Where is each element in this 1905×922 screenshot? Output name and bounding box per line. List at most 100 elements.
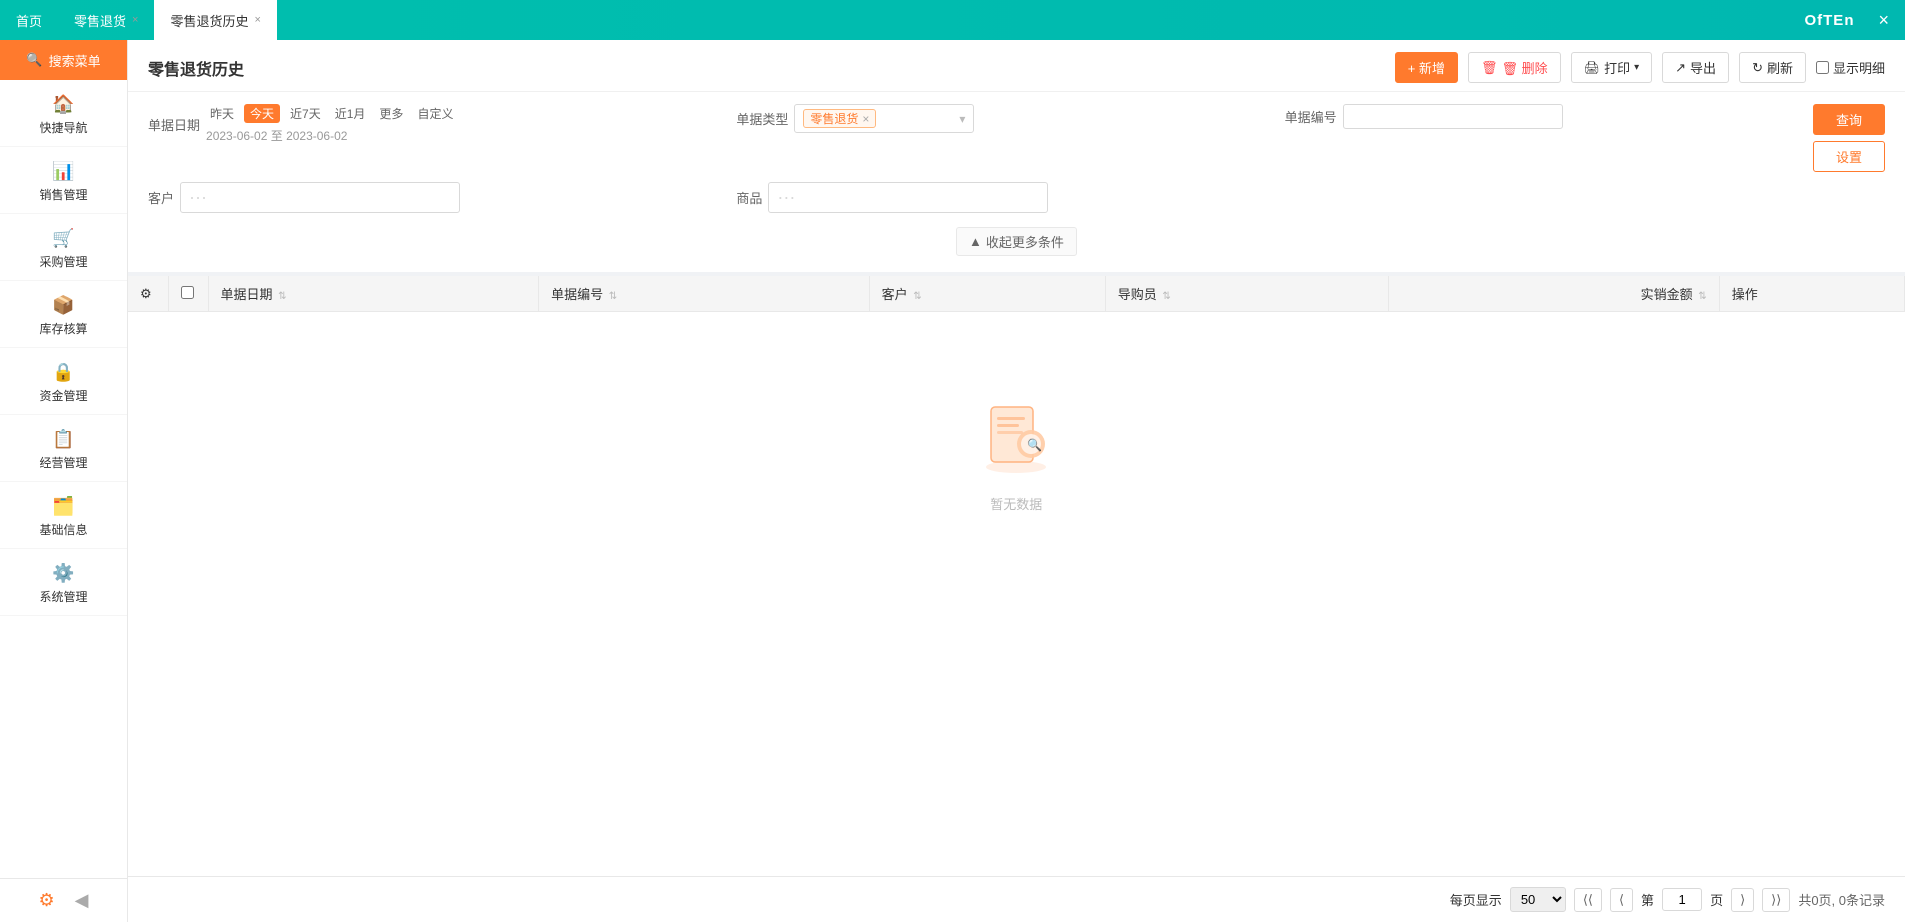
prev-page-btn[interactable]: ⟨ [1610,888,1633,912]
basic-info-icon: 🗂️ [52,496,74,517]
sidebar-item-system[interactable]: ⚙️ 系统管理 [0,549,127,616]
th-amount-sort[interactable]: ⇅ [1698,291,1706,302]
empty-illustration: 🔍 [971,392,1061,482]
shortcut-1month[interactable]: 近1月 [331,104,370,123]
export-button[interactable]: ↗ 导出 [1662,52,1729,83]
tab-retail-return-history-close[interactable]: × [254,14,260,26]
empty-state: 🔍 暂无数据 [128,312,1905,593]
th-customer-sort[interactable]: ⇅ [913,291,921,302]
toolbar: + 新增 🗑 🗑 删除 🖨 打印 ▾ ↗ 导出 [1395,52,1885,83]
next-page-btn[interactable]: ⟩ [1731,888,1754,912]
settings-bottom-icon[interactable]: ⚙ [39,890,55,911]
voucher-no-label: 单据编号 [1285,107,1337,126]
voucher-no-filter: 单据编号 [1285,104,1793,129]
print-button[interactable]: 🖨 打印 ▾ [1571,52,1653,83]
tab-retail-return-close[interactable]: × [132,14,138,26]
purchase-icon: 🛒 [52,228,74,249]
sidebar-item-basic-info[interactable]: 🗂️ 基础信息 [0,482,127,549]
customer-input[interactable]: ··· [180,182,460,213]
show-detail-checkbox[interactable] [1816,61,1829,74]
date-filter-label: 单据日期 [148,115,200,134]
system-icon: ⚙️ [52,563,74,584]
query-button[interactable]: 查询 [1813,104,1885,135]
date-shortcuts: 昨天 今天 近7天 近1月 更多 自定义 [206,104,457,123]
set-button[interactable]: 设置 [1813,141,1885,172]
add-button[interactable]: + 新增 [1395,52,1458,83]
refresh-label: 刷新 [1767,58,1793,77]
empty-text: 暂无数据 [990,494,1042,513]
shortcut-7days[interactable]: 近7天 [286,104,325,123]
sidebar-item-finance[interactable]: 🔒 资金管理 [0,348,127,415]
sidebar-item-purchase[interactable]: 🛒 采购管理 [0,214,127,281]
th-salesperson: 导购员 ⇅ [1105,276,1388,312]
data-table: ⚙ 单据日期 ⇅ 单据编号 ⇅ [128,276,1905,593]
th-voucher-no-sort[interactable]: ⇅ [609,291,617,302]
th-operations-label: 操作 [1732,287,1758,302]
show-detail-checkbox-label[interactable]: 显示明细 [1816,58,1885,77]
th-date-label: 单据日期 [221,287,273,302]
export-label: 导出 [1690,58,1716,77]
sidebar-bottom: ⚙ ◀ [0,878,127,922]
tab-home[interactable]: 首页 [0,0,58,40]
goods-filter: 商品 ··· [736,182,1244,213]
th-amount: 实销金额 ⇅ [1389,276,1720,312]
main-content: 零售退货历史 + 新增 🗑 🗑 删除 🖨 打印 ▾ ↗ 导出 [128,40,1905,922]
voucher-type-tag: 零售退货 × [803,109,876,128]
voucher-no-input[interactable] [1343,104,1563,129]
th-checkbox[interactable] [168,276,208,312]
sidebar-menu: 🏠 快捷导航 📊 销售管理 🛒 采购管理 📦 库存核算 🔒 资金管理 📋 [0,80,127,878]
sidebar-item-finance-label: 资金管理 [39,387,87,404]
sidebar-item-quicknav-label: 快捷导航 [39,119,87,136]
sidebar-search-label: 搜索菜单 [49,51,101,70]
sidebar-search[interactable]: 🔍 搜索菜单 [0,40,127,80]
th-salesperson-label: 导购员 [1118,287,1157,302]
goods-input[interactable]: ··· [768,182,1048,213]
management-icon: 📋 [52,429,74,450]
collapse-button[interactable]: ▲ 收起更多条件 [956,227,1077,256]
home-icon: 🏠 [52,94,74,115]
sidebar-item-sales[interactable]: 📊 销售管理 [0,147,127,214]
top-bar-right: OfTEn × [1788,10,1905,31]
refresh-button[interactable]: ↻ 刷新 [1739,52,1806,83]
page-size-select[interactable]: 10 20 50 100 [1510,887,1566,912]
th-salesperson-sort[interactable]: ⇅ [1162,291,1170,302]
voucher-type-select[interactable]: 零售退货 × ▾ [794,104,974,133]
pagination-bar: 每页显示 10 20 50 100 ⟨⟨ ⟨ 第 页 ⟩ ⟩⟩ 共0页, 0条记… [128,876,1905,922]
th-amount-label: 实销金额 [1641,287,1693,302]
page-size-label: 每页显示 [1450,890,1502,909]
empty-state-cell: 🔍 暂无数据 [128,312,1905,594]
shortcut-more[interactable]: 更多 [375,104,407,123]
goods-label: 商品 [736,188,762,207]
page-title: 零售退货历史 [148,56,244,80]
shortcut-today[interactable]: 今天 [244,104,280,123]
shortcut-custom[interactable]: 自定义 [413,104,457,123]
last-page-btn[interactable]: ⟩⟩ [1762,888,1790,912]
sidebar-item-quicknav[interactable]: 🏠 快捷导航 [0,80,127,147]
first-page-btn[interactable]: ⟨⟨ [1574,888,1602,912]
sales-icon: 📊 [52,161,74,182]
window-close-btn[interactable]: × [1878,10,1889,31]
show-detail-label: 显示明细 [1833,58,1885,77]
column-settings-icon[interactable]: ⚙ [140,286,152,301]
page-total: 共0页, 0条记录 [1798,890,1885,909]
sidebar-item-sales-label: 销售管理 [39,186,87,203]
voucher-type-label: 单据类型 [736,109,788,128]
delete-button[interactable]: 🗑 🗑 删除 [1468,52,1561,83]
th-settings[interactable]: ⚙ [128,276,168,312]
tab-retail-return[interactable]: 零售退货 × [58,0,154,40]
delete-label: 🗑 删除 [1501,58,1547,77]
date-range-text: 2023-06-02 至 2023-06-02 [206,127,457,144]
date-filter: 单据日期 昨天 今天 近7天 近1月 更多 自定义 2023-06-02 至 2… [148,104,696,144]
shortcut-yesterday[interactable]: 昨天 [206,104,238,123]
voucher-type-tag-remove[interactable]: × [862,112,869,126]
tab-retail-return-history-label: 零售退货历史 [170,11,248,30]
select-all-checkbox[interactable] [181,286,194,299]
page-number-input[interactable] [1662,888,1702,911]
th-date-sort[interactable]: ⇅ [278,291,286,302]
sidebar-item-management[interactable]: 📋 经营管理 [0,415,127,482]
tab-retail-return-history[interactable]: 零售退货历史 × [154,0,276,40]
page-text: 第 [1641,890,1654,909]
pin-icon[interactable]: ◀ [75,890,89,911]
sidebar-item-inventory[interactable]: 📦 库存核算 [0,281,127,348]
svg-text:🔍: 🔍 [1027,437,1042,452]
